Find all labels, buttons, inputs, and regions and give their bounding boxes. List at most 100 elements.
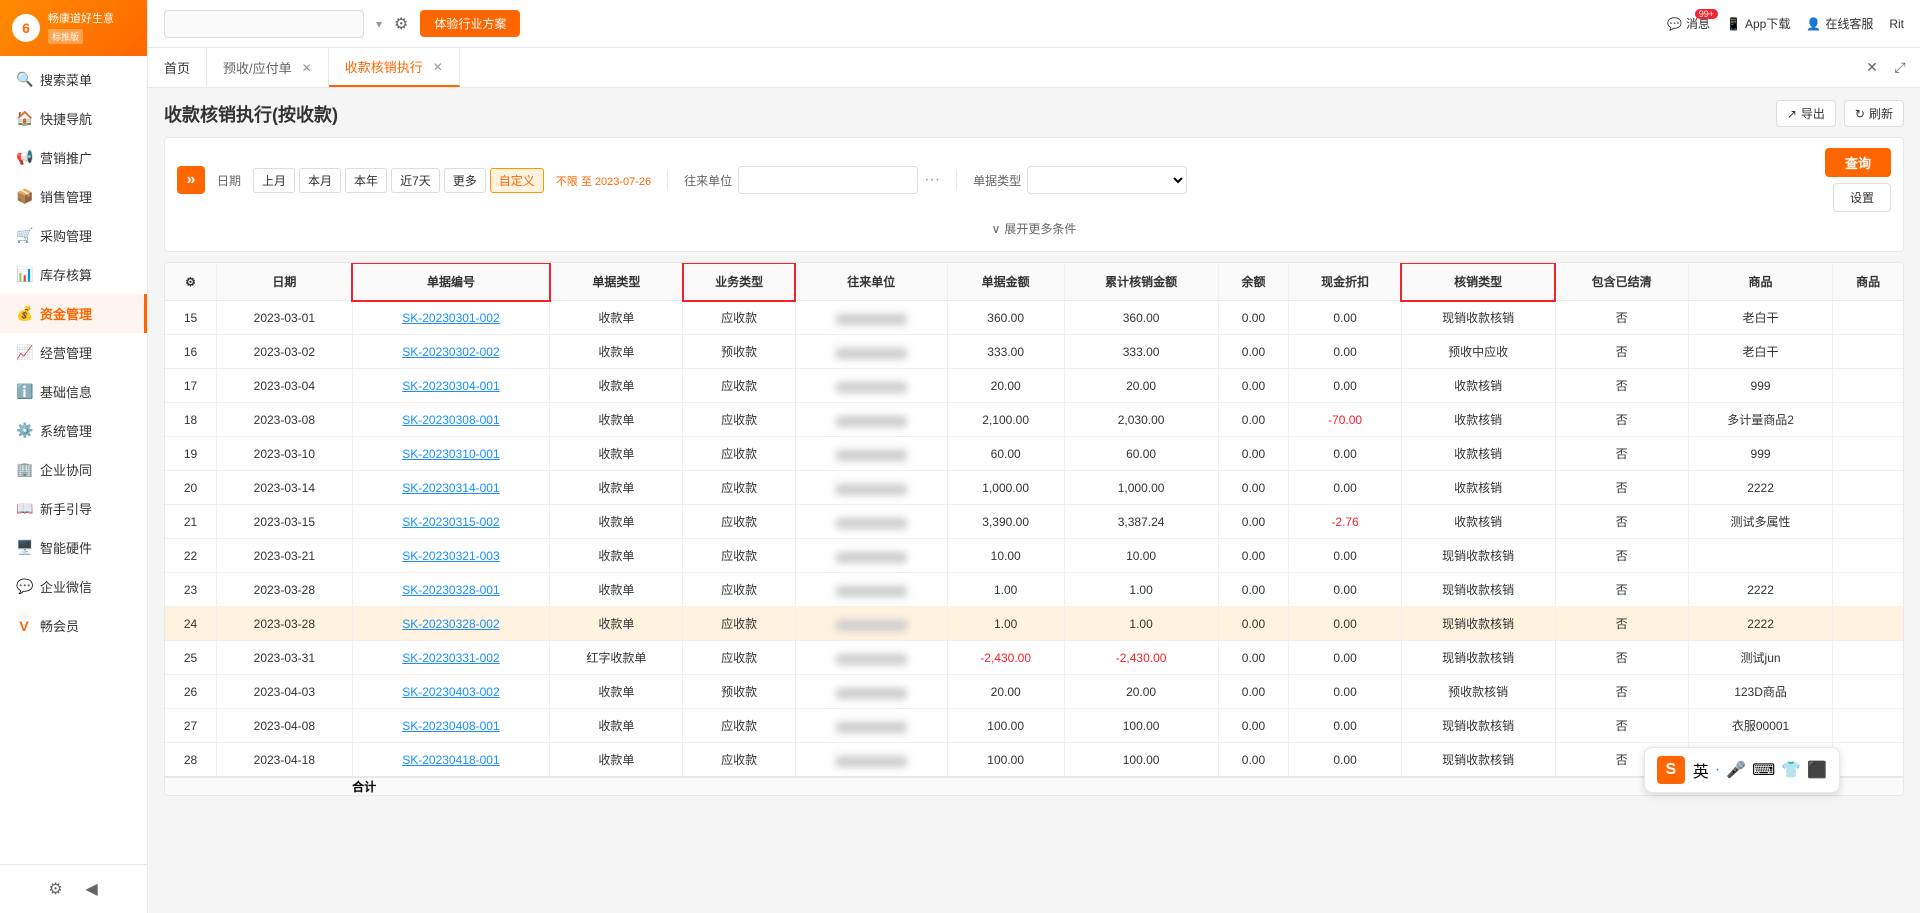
user-profile[interactable]: Rit xyxy=(1889,17,1904,31)
tab-collection-close[interactable]: ✕ xyxy=(433,60,443,74)
table-cell: 100.00 xyxy=(947,743,1064,778)
enterprise-icon: 🏢 xyxy=(16,461,32,478)
table-cell: 收款核销 xyxy=(1401,403,1555,437)
sidebar-bottom: ⚙ ◀ xyxy=(0,864,147,913)
table-cell: 0.00 xyxy=(1289,301,1401,335)
table-cell[interactable]: SK-20230418-001 xyxy=(352,743,550,778)
logo-badge: 标推版 xyxy=(48,29,83,44)
sidebar-item-quicknav[interactable]: 🏠 快捷导航 xyxy=(0,99,147,138)
sidebar-item-wechat[interactable]: 💬 企业微信 xyxy=(0,567,147,606)
tab-close-all-btn[interactable]: ✕ xyxy=(1860,56,1884,80)
table-cell: 2023-04-08 xyxy=(217,709,352,743)
sidebar-item-finance[interactable]: 💰 资金管理 xyxy=(0,294,147,333)
tab-prepay-close[interactable]: ✕ xyxy=(302,61,312,75)
table-cell: 现销收款核销 xyxy=(1401,607,1555,641)
th-accum-cancel: 累计核销金额 xyxy=(1064,263,1218,301)
sidebar-item-guide[interactable]: 📖 新手引导 xyxy=(0,489,147,528)
filter-toggle-button[interactable]: » xyxy=(177,166,205,194)
sidebar-item-system[interactable]: ⚙️ 系统管理 xyxy=(0,411,147,450)
table-cell: ██████████ xyxy=(795,471,947,505)
table-cell[interactable]: SK-20230308-001 xyxy=(352,403,550,437)
th-date: 日期 xyxy=(217,263,352,301)
last-month-btn[interactable]: 上月 xyxy=(253,168,295,193)
table-cell[interactable]: SK-20230314-001 xyxy=(352,471,550,505)
sidebar-item-marketing[interactable]: 📢 营销推广 xyxy=(0,138,147,177)
dropdown-arrow-icon[interactable]: ▾ xyxy=(376,17,382,31)
last-7days-btn[interactable]: 近7天 xyxy=(391,168,440,193)
service-label: 在线客服 xyxy=(1825,15,1873,32)
table-cell xyxy=(1833,369,1903,403)
table-cell xyxy=(1833,403,1903,437)
table-cell: 2,100.00 xyxy=(947,403,1064,437)
topbar-gear-icon[interactable]: ⚙ xyxy=(394,14,408,34)
table-cell: 收款单 xyxy=(550,335,683,369)
sidebar-item-hardware[interactable]: 🖥️ 智能硬件 xyxy=(0,528,147,567)
collapse-btn[interactable]: ◀ xyxy=(76,873,108,905)
th-gear[interactable]: ⚙ xyxy=(165,263,217,301)
sidebar-item-search[interactable]: 🔍 搜索菜单 xyxy=(0,60,147,99)
query-button[interactable]: 查询 xyxy=(1825,148,1891,177)
tab-home[interactable]: 首页 xyxy=(148,48,207,87)
app-download-button[interactable]: 📱 App下载 xyxy=(1726,15,1790,32)
tab-prepay[interactable]: 预收/应付单 ✕ xyxy=(207,48,329,87)
sidebar-item-member[interactable]: V 畅会员 xyxy=(0,606,147,645)
home-icon: 🏠 xyxy=(16,110,32,127)
table-cell: 60.00 xyxy=(947,437,1064,471)
table-cell: 收款核销 xyxy=(1401,369,1555,403)
table-cell: 20.00 xyxy=(1064,369,1218,403)
sidebar-item-label: 快捷导航 xyxy=(40,109,92,128)
message-button[interactable]: 💬 消息 99+ xyxy=(1667,15,1710,32)
table-cell: 0.00 xyxy=(1289,437,1401,471)
table-cell[interactable]: SK-20230331-002 xyxy=(352,641,550,675)
table-cell[interactable]: SK-20230321-003 xyxy=(352,539,550,573)
table-cell[interactable]: SK-20230310-001 xyxy=(352,437,550,471)
table-cell[interactable]: SK-20230315-002 xyxy=(352,505,550,539)
industry-solution-button[interactable]: 体验行业方案 xyxy=(420,10,520,37)
custom-date-btn[interactable]: 自定义 xyxy=(490,168,544,193)
table-cell[interactable]: SK-20230328-002 xyxy=(352,607,550,641)
sidebar-item-inventory[interactable]: 📊 库存核算 xyxy=(0,255,147,294)
table-cell: ██████████ xyxy=(795,301,947,335)
table-cell[interactable]: SK-20230302-002 xyxy=(352,335,550,369)
partner-filter-input[interactable] xyxy=(738,166,918,194)
settings-bottom-btn[interactable]: ⚙ xyxy=(40,873,72,905)
partner-more-btn[interactable]: ··· xyxy=(924,171,940,189)
table-row: 212023-03-15SK-20230315-002收款单应收款███████… xyxy=(165,505,1903,539)
table-cell: 28 xyxy=(165,743,217,778)
table-cell[interactable]: SK-20230304-001 xyxy=(352,369,550,403)
more-date-btn[interactable]: 更多 xyxy=(444,168,486,193)
table-cell[interactable]: SK-20230403-002 xyxy=(352,675,550,709)
doc-type-select[interactable] xyxy=(1027,166,1187,194)
table-cell: 0.00 xyxy=(1289,709,1401,743)
sidebar-item-sales[interactable]: 📦 销售管理 xyxy=(0,177,147,216)
settings-button[interactable]: 设置 xyxy=(1833,183,1891,212)
table-cell: 收款单 xyxy=(550,403,683,437)
sales-icon: 📦 xyxy=(16,188,32,205)
sidebar-item-operations[interactable]: 📈 经营管理 xyxy=(0,333,147,372)
tab-collection[interactable]: 收款核销执行 ✕ xyxy=(329,48,460,87)
table-cell: ██████████ xyxy=(795,403,947,437)
sidebar-item-enterprise[interactable]: 🏢 企业协同 xyxy=(0,450,147,489)
date-quick-btns: 上月 本月 本年 近7天 更多 自定义 xyxy=(253,168,544,193)
this-year-btn[interactable]: 本年 xyxy=(345,168,387,193)
tab-maximize-btn[interactable]: ⤢ xyxy=(1888,56,1912,80)
this-month-btn[interactable]: 本月 xyxy=(299,168,341,193)
table-cell[interactable]: SK-20230408-001 xyxy=(352,709,550,743)
export-button[interactable]: ↗ 导出 xyxy=(1776,100,1836,127)
expand-more-btn[interactable]: ∨ 展开更多条件 xyxy=(177,216,1891,241)
sidebar-item-label: 新手引导 xyxy=(40,499,92,518)
table-cell xyxy=(1833,471,1903,505)
online-service-button[interactable]: 👤 在线客服 xyxy=(1806,15,1873,32)
table-cell[interactable]: SK-20230301-002 xyxy=(352,301,550,335)
th-incl-settled: 包含已结清 xyxy=(1555,263,1688,301)
sidebar-item-basic[interactable]: ℹ️ 基础信息 xyxy=(0,372,147,411)
table-cell: 应收款 xyxy=(683,301,795,335)
table-cell: ██████████ xyxy=(795,607,947,641)
table-cell: 0.00 xyxy=(1218,437,1289,471)
sidebar-item-purchase[interactable]: 🛒 采购管理 xyxy=(0,216,147,255)
refresh-button[interactable]: ↻ 刷新 xyxy=(1844,100,1904,127)
table-cell[interactable]: SK-20230328-001 xyxy=(352,573,550,607)
tabbar: 首页 预收/应付单 ✕ 收款核销执行 ✕ ✕ ⤢ xyxy=(148,48,1920,88)
topbar-search-input[interactable] xyxy=(164,10,364,38)
table-cell: 3,390.00 xyxy=(947,505,1064,539)
